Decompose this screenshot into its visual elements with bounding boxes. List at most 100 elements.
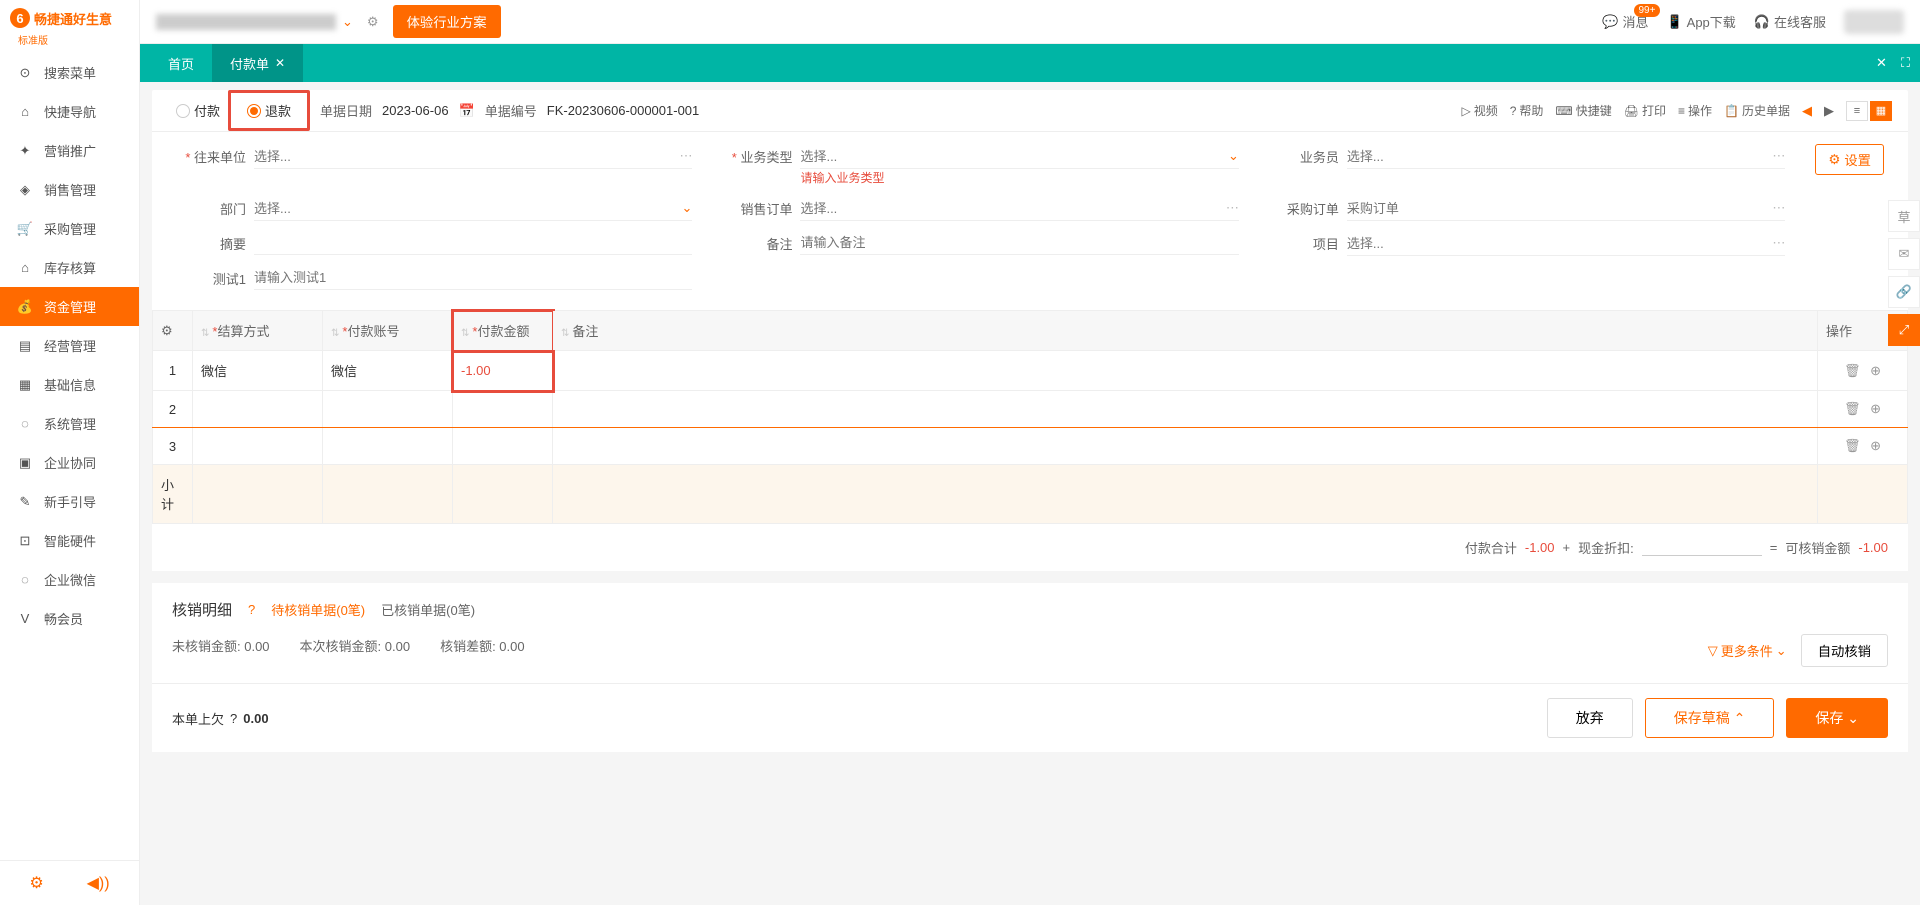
collapse-icon[interactable]: ◀)) [87,873,110,893]
nav-item-1[interactable]: ⌂快捷导航 [0,92,139,131]
delete-icon[interactable]: 🗑 [1844,363,1861,378]
detail-tab-done[interactable]: 已核销单据(0笔) [381,600,475,619]
nav-item-2[interactable]: ✦营销推广 [0,131,139,170]
tabbar: 首页付款单✕ ✕ ⛶ [140,44,1920,82]
radio-payment[interactable]: 付款 [168,90,228,131]
nav-item-6[interactable]: 💰资金管理 [0,287,139,326]
nav-item-10[interactable]: ▣企业协同 [0,443,139,482]
rail-inbox-icon[interactable]: ✉ [1888,238,1920,270]
info-icon[interactable]: ? [248,602,255,617]
salesperson-input[interactable]: ⋯ [1347,144,1785,169]
caret-down-icon[interactable]: ⌄ [682,200,693,216]
more-icon[interactable]: ⋯ [1772,148,1785,164]
table-row[interactable]: 1 微信 微信 -1.00 🗑 ⊕ [153,351,1908,391]
auto-writeoff-button[interactable]: 自动核销 [1801,634,1888,667]
salesorder-input[interactable]: ⋯ [800,196,1238,221]
discount-input[interactable] [1642,540,1762,556]
tool-快捷键[interactable]: ⌨快捷键 [1555,102,1611,119]
fullscreen-icon[interactable]: ⛶ [1901,55,1910,71]
table-row[interactable]: 3 🗑 ⊕ [153,428,1908,465]
col-gear[interactable]: ⚙ [153,311,193,351]
add-icon[interactable]: ⊕ [1870,363,1881,378]
calendar-icon[interactable]: 📅 [459,103,475,119]
topbar-在线客服[interactable]: 🎧在线客服 [1754,12,1826,31]
col-remark[interactable]: ⇅备注 [553,311,1818,351]
topbar-App下载[interactable]: 📱App下载 [1666,12,1735,31]
topbar-消息[interactable]: 💬消息99+ [1602,12,1648,31]
radio-refund[interactable]: 退款 [239,97,299,124]
test1-input[interactable] [254,266,692,290]
nav-item-13[interactable]: ◌企业微信 [0,560,139,599]
save-draft-button[interactable]: 保存草稿 ⌃ [1645,698,1775,738]
nav-prev-icon[interactable]: ◀ [1802,103,1812,119]
rail-expand-icon[interactable]: ⤢ [1888,314,1920,346]
experience-button[interactable]: 体验行业方案 [393,5,501,38]
nav-item-3[interactable]: ◈销售管理 [0,170,139,209]
tool-帮助[interactable]: ?帮助 [1510,102,1544,119]
caret-down-icon[interactable]: ⌄ [1228,148,1239,164]
tool-操作[interactable]: ≡操作 [1678,102,1712,119]
nav-next-icon[interactable]: ▶ [1824,103,1834,119]
rail-draft-icon[interactable]: 草 [1888,200,1920,232]
date-value[interactable]: 2023-06-06 [382,103,449,118]
nav-icon: 💰 [16,298,34,316]
more-icon[interactable]: ⋯ [1226,200,1239,216]
save-button[interactable]: 保存 ⌄ [1786,698,1888,738]
biztype-input[interactable]: ⌄ [800,144,1238,169]
nav-item-12[interactable]: ⊡智能硬件 [0,521,139,560]
user-avatar[interactable] [1844,10,1904,34]
payment-table: ⚙ ⇅*结算方式 ⇅*付款账号 ⇅*付款金额 ⇅备注 操作 1 微信 微信 -1… [152,310,1908,524]
more-filters[interactable]: ▽ 更多条件 ⌄ [1708,641,1787,660]
nav: ⊙搜索菜单⌂快捷导航✦营销推广◈销售管理🛒采购管理⌂库存核算💰资金管理▤经营管理… [0,53,139,860]
org-dropdown[interactable]: ⌄ [156,14,353,30]
nav-item-0[interactable]: ⊙搜索菜单 [0,53,139,92]
view-card[interactable]: ▦ [1870,101,1892,121]
delete-icon[interactable]: 🗑 [1844,401,1861,416]
remark-input[interactable] [800,231,1238,255]
nav-item-4[interactable]: 🛒采购管理 [0,209,139,248]
date-label: 单据日期 [320,101,372,120]
rail-link-icon[interactable]: 🔗 [1888,276,1920,308]
filter-icon: ▽ [1708,643,1718,659]
summary-input[interactable] [254,231,692,255]
settings-icon[interactable]: ⚙ [29,873,43,893]
tab-付款单[interactable]: 付款单✕ [212,44,303,82]
close-icon[interactable]: ✕ [275,56,285,70]
add-icon[interactable]: ⊕ [1870,438,1881,453]
total-label: 付款合计 [1465,538,1517,557]
main: ⌄ ⚙ 体验行业方案 💬消息99+📱App下载🎧在线客服 首页付款单✕ ✕ ⛶ … [140,0,1920,905]
more-icon[interactable]: ⋯ [1772,235,1785,251]
view-list[interactable]: ≡ [1846,101,1868,121]
col-account[interactable]: ⇅*付款账号 [323,311,453,351]
col-amount[interactable]: ⇅*付款金额 [453,311,553,351]
nav-item-9[interactable]: ◌系统管理 [0,404,139,443]
gear-icon[interactable]: ⚙ [367,14,379,30]
table-row[interactable]: 2 🗑 ⊕ [153,391,1908,428]
nav-item-14[interactable]: V畅会员 [0,599,139,638]
more-icon[interactable]: ⋯ [679,148,692,164]
delete-icon[interactable]: 🗑 [1844,438,1861,453]
tab-close-all-icon[interactable]: ✕ [1876,55,1887,71]
more-icon[interactable]: ⋯ [1772,200,1785,216]
nav-icon: ⊙ [16,64,34,82]
nav-item-5[interactable]: ⌂库存核算 [0,248,139,287]
settings-button[interactable]: ⚙ 设置 [1815,144,1884,175]
nav-item-7[interactable]: ▤经营管理 [0,326,139,365]
dept-input[interactable]: ⌄ [254,196,692,221]
tab-首页[interactable]: 首页 [150,44,212,82]
project-input[interactable]: ⋯ [1347,231,1785,256]
col-settle[interactable]: ⇅*结算方式 [193,311,323,351]
info-icon[interactable]: ? [230,711,237,726]
tool-历史单据[interactable]: 📋历史单据 [1724,102,1790,119]
detail-tab-pending[interactable]: 待核销单据(0笔) [271,600,365,619]
add-icon[interactable]: ⊕ [1870,401,1881,416]
purchaseorder-input[interactable]: ⋯ [1347,196,1785,221]
abandon-button[interactable]: 放弃 [1547,698,1633,738]
correspondent-input[interactable]: ⋯ [254,144,692,169]
stat-current: 本次核销金额: 0.00 [300,636,411,655]
tool-打印[interactable]: 🖨打印 [1624,102,1666,119]
nav-item-11[interactable]: ✎新手引导 [0,482,139,521]
tool-视频[interactable]: ▷视频 [1461,102,1497,119]
nav-item-8[interactable]: ▦基础信息 [0,365,139,404]
nav-icon: ▤ [16,337,34,355]
